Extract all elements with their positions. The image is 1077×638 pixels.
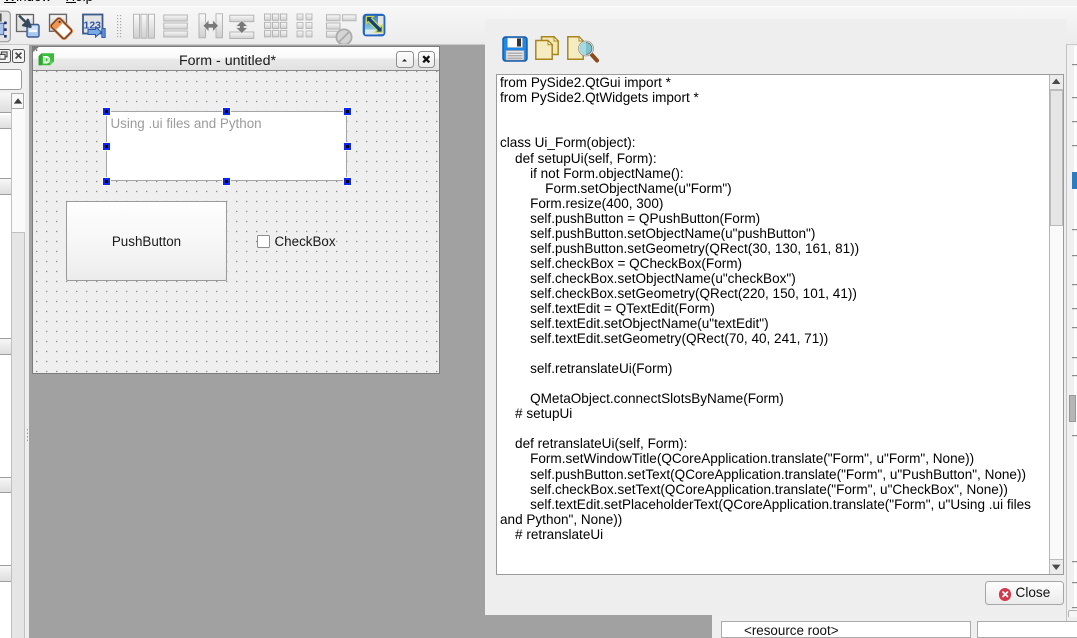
svg-text:D: D [43,55,50,66]
